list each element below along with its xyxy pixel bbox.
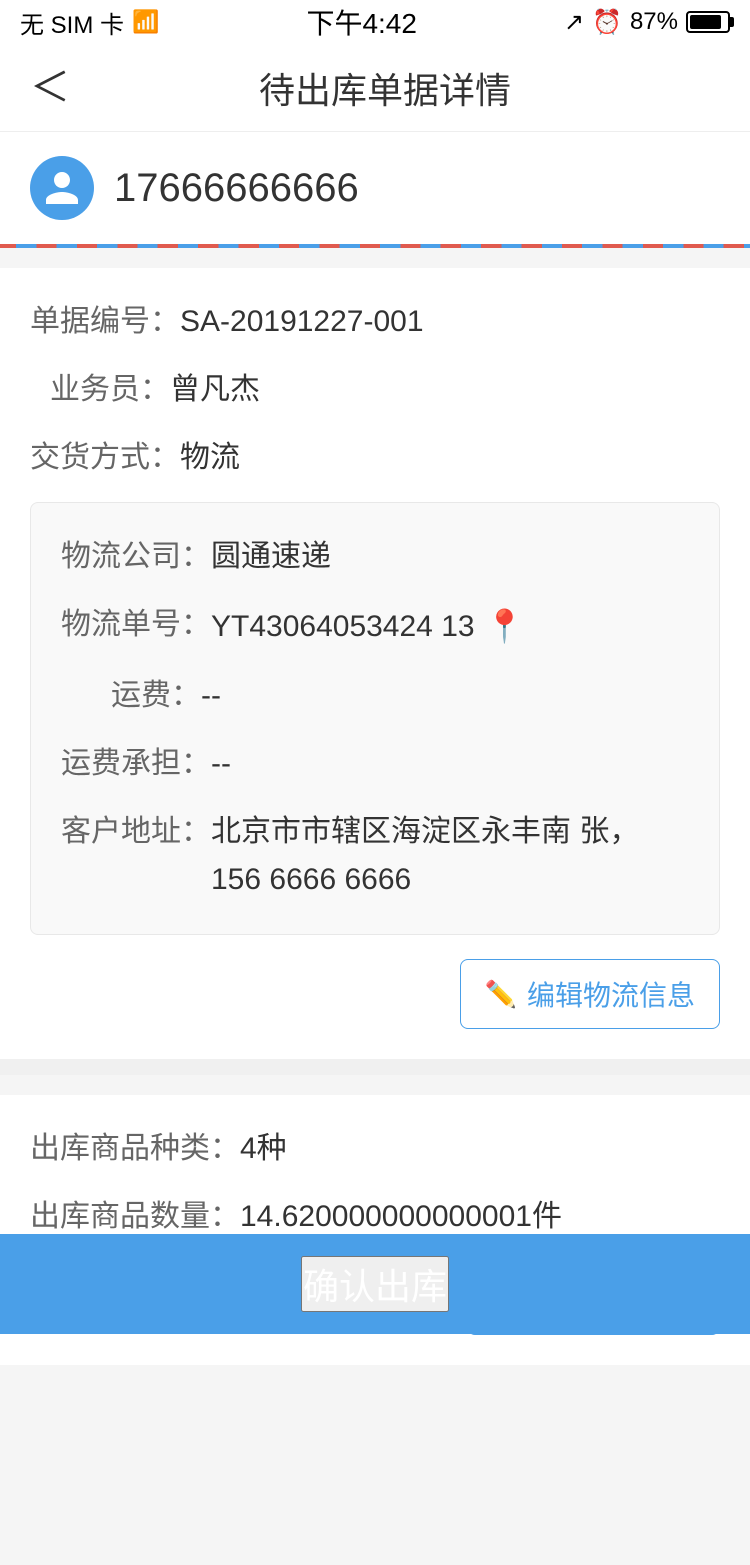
logistics-company-label: 物流公司：	[61, 533, 211, 581]
back-button[interactable]: ＜	[30, 68, 90, 108]
freight-value: --	[201, 672, 689, 720]
alarm-icon: ⏰	[592, 8, 622, 37]
avatar-icon	[42, 168, 82, 208]
order-info-section: 单据编号： SA-20191227-001 业务员： 曾凡杰 交货方式： 物流 …	[0, 268, 750, 1059]
salesperson-row: 业务员： 曾凡杰	[30, 366, 720, 414]
edit-icon: ✏️	[485, 979, 517, 1010]
status-right: ↗ ⏰ 87%	[564, 8, 730, 37]
product-types-row: 出库商品种类： 4种	[30, 1125, 720, 1173]
product-types-value: 4种	[240, 1125, 720, 1173]
carrier-text: 无 SIM 卡	[20, 5, 124, 40]
edit-logistics-container: ✏️ 编辑物流信息	[30, 959, 720, 1029]
spacer	[0, 1365, 750, 1565]
location-status-icon: ↗	[564, 8, 584, 37]
edit-logistics-label: 编辑物流信息	[527, 974, 695, 1014]
avatar	[30, 156, 94, 220]
salesperson-value: 曾凡杰	[170, 366, 720, 414]
freight-row: 运费： --	[61, 672, 689, 720]
status-bar: 无 SIM 卡 📶 下午4:42 ↗ ⏰ 87%	[0, 0, 750, 44]
tracking-no-value: YT43064053424 13 📍	[211, 601, 689, 652]
confirm-outbound-button[interactable]: 确认出库	[301, 1256, 449, 1312]
nav-bar: ＜ 待出库单据详情	[0, 44, 750, 132]
tracking-no-label: 物流单号：	[61, 601, 211, 649]
edit-logistics-button[interactable]: ✏️ 编辑物流信息	[460, 959, 720, 1029]
order-no-value: SA-20191227-001	[180, 298, 720, 346]
customer-phone: 17666666666	[114, 166, 359, 211]
logistics-company-value: 圆通速递	[211, 533, 689, 581]
bottom-action-bar: 确认出库	[0, 1234, 750, 1334]
address-label: 客户地址：	[61, 808, 211, 856]
logistics-card: 物流公司： 圆通速递 物流单号： YT43064053424 13 📍 运费： …	[30, 502, 720, 935]
delivery-label: 交货方式：	[30, 434, 180, 482]
address-row: 客户地址： 北京市市辖区海淀区永丰南 张，156 6666 6666	[61, 808, 689, 904]
salesperson-label: 业务员：	[30, 366, 170, 414]
delivery-value: 物流	[180, 434, 720, 482]
customer-header: 17666666666	[0, 132, 750, 248]
location-pin-icon[interactable]: 📍	[485, 601, 525, 652]
address-value: 北京市市辖区海淀区永丰南 张，156 6666 6666	[211, 808, 689, 904]
freight-bearer-value: --	[211, 740, 689, 788]
tracking-no-row: 物流单号： YT43064053424 13 📍	[61, 601, 689, 652]
freight-bearer-row: 运费承担： --	[61, 740, 689, 788]
separator	[0, 1059, 750, 1075]
logistics-company-row: 物流公司： 圆通速递	[61, 533, 689, 581]
battery-text: 87%	[630, 8, 678, 36]
status-left: 无 SIM 卡 📶	[20, 5, 159, 40]
freight-label: 运费：	[61, 672, 201, 720]
tracking-no-text: YT43064053424 13	[211, 603, 475, 651]
order-no-label: 单据编号：	[30, 298, 180, 346]
delivery-row: 交货方式： 物流	[30, 434, 720, 482]
freight-bearer-label: 运费承担：	[61, 740, 211, 788]
product-types-label: 出库商品种类：	[30, 1125, 240, 1173]
wifi-icon: 📶	[132, 9, 159, 35]
page-title: 待出库单据详情	[90, 62, 680, 114]
battery-icon	[686, 11, 730, 33]
order-no-row: 单据编号： SA-20191227-001	[30, 298, 720, 346]
status-time: 下午4:42	[306, 2, 417, 42]
